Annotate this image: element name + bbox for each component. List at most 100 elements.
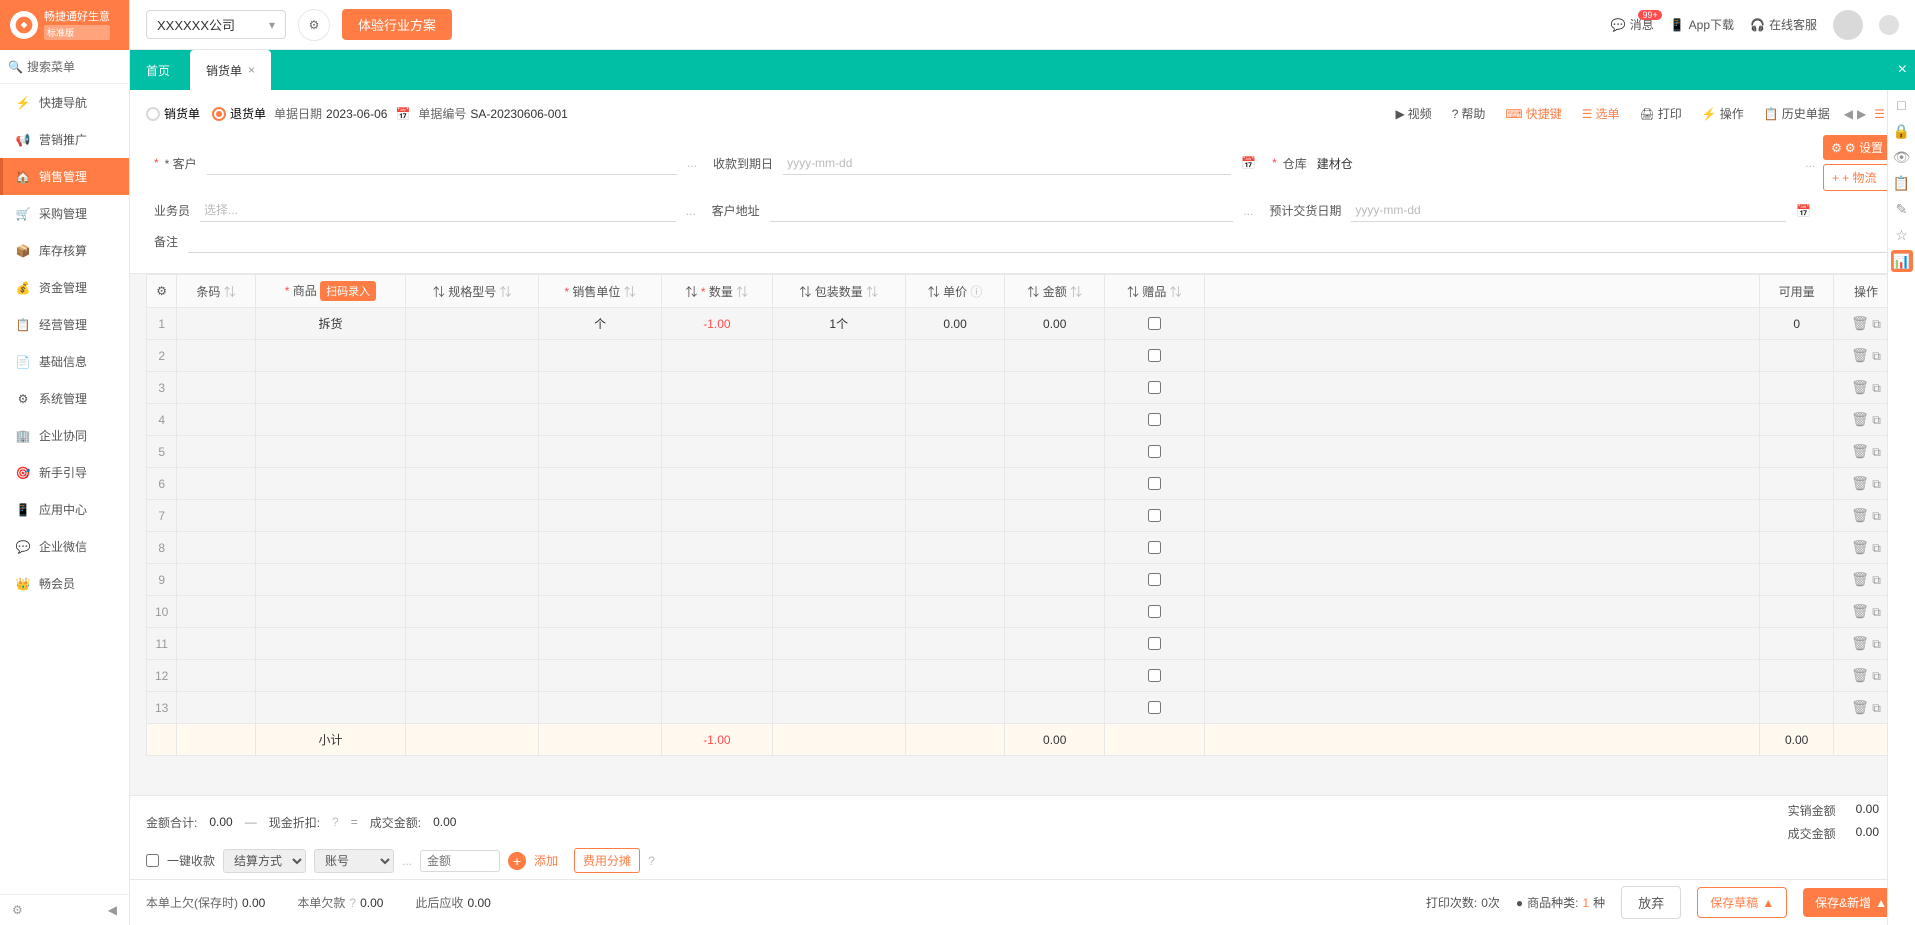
table-settings-icon[interactable]: ⚙ bbox=[156, 284, 167, 298]
delete-row-icon[interactable]: 🗑 bbox=[1851, 571, 1869, 587]
sidebar-item-enterprise[interactable]: 🏢 企业协同 bbox=[0, 417, 129, 454]
settings-button[interactable]: ⚙ bbox=[298, 9, 330, 41]
tab-bar-close-btn[interactable]: × bbox=[1898, 61, 1907, 79]
gift-checkbox[interactable] bbox=[1148, 509, 1161, 522]
due-help-icon[interactable]: ? bbox=[349, 896, 356, 910]
sidebar-item-sales[interactable]: 🏠 销售管理 bbox=[0, 158, 129, 195]
rf-icon-6[interactable]: ☆ bbox=[1891, 224, 1913, 246]
gift-checkbox[interactable] bbox=[1148, 605, 1161, 618]
salesperson-dots[interactable]: ... bbox=[686, 204, 696, 218]
gift-checkbox[interactable] bbox=[1148, 701, 1161, 714]
cell-product[interactable] bbox=[255, 500, 406, 532]
tab-home[interactable]: 首页 bbox=[130, 50, 186, 90]
sidebar-item-basic-info[interactable]: 📄 基础信息 bbox=[0, 343, 129, 380]
price-info-icon[interactable]: ⓘ bbox=[970, 285, 982, 299]
sidebar-item-purchase[interactable]: 🛒 采购管理 bbox=[0, 195, 129, 232]
receive-date-input[interactable] bbox=[783, 152, 1231, 175]
receive-date-calendar-icon[interactable]: 📅 bbox=[1241, 156, 1256, 170]
warehouse-dots[interactable]: ... bbox=[1805, 156, 1815, 170]
copy-row-icon[interactable]: ⧉ bbox=[1872, 381, 1881, 395]
shortcut-btn[interactable]: ⌨ 快捷键 bbox=[1499, 102, 1567, 125]
online-service-button[interactable]: 🎧 在线客服 bbox=[1750, 16, 1817, 33]
collapse-icon[interactable]: ◀ bbox=[108, 903, 117, 917]
copy-row-icon[interactable]: ⧉ bbox=[1872, 509, 1881, 523]
next-icon[interactable]: ▶ bbox=[1857, 107, 1866, 121]
message-button[interactable]: 💬 消息 99+ bbox=[1611, 16, 1654, 33]
cell-product[interactable] bbox=[255, 660, 406, 692]
gift-checkbox[interactable] bbox=[1148, 317, 1161, 330]
tab-sale-order[interactable]: 销货单 × bbox=[190, 50, 271, 90]
settings-gear-icon[interactable]: ⚙ bbox=[12, 903, 23, 917]
account-dots[interactable]: ... bbox=[402, 854, 412, 868]
account-select[interactable]: 账号 bbox=[314, 849, 394, 873]
rf-icon-7[interactable]: 📊 bbox=[1891, 250, 1913, 272]
delete-row-icon[interactable]: 🗑 bbox=[1851, 443, 1869, 459]
delete-row-icon[interactable]: 🗑 bbox=[1851, 667, 1869, 683]
cell-product[interactable] bbox=[255, 404, 406, 436]
sidebar-item-finance[interactable]: 💰 资金管理 bbox=[0, 269, 129, 306]
add-payment-btn[interactable]: + bbox=[508, 852, 526, 870]
delete-row-icon[interactable]: 🗑 bbox=[1851, 379, 1869, 395]
settings-action-btn[interactable]: ⚙ ⚙ 设置 bbox=[1823, 135, 1891, 160]
scan-btn[interactable]: 扫码录入 bbox=[320, 281, 376, 301]
rf-icon-4[interactable]: 📋 bbox=[1891, 172, 1913, 194]
trial-button[interactable]: 体验行业方案 bbox=[342, 9, 452, 40]
gift-checkbox[interactable] bbox=[1148, 573, 1161, 586]
delete-row-icon[interactable]: 🗑 bbox=[1851, 475, 1869, 491]
cell-product[interactable] bbox=[255, 372, 406, 404]
copy-row-icon[interactable]: ⧉ bbox=[1872, 477, 1881, 491]
copy-row-icon[interactable]: ⧉ bbox=[1872, 445, 1881, 459]
gift-checkbox[interactable] bbox=[1148, 637, 1161, 650]
gift-checkbox[interactable] bbox=[1148, 477, 1161, 490]
rf-icon-2[interactable]: 🔒 bbox=[1891, 120, 1913, 142]
sidebar-item-marketing[interactable]: 📢 营销推广 bbox=[0, 121, 129, 158]
sidebar-item-inventory[interactable]: 📦 库存核算 bbox=[0, 232, 129, 269]
rf-icon-1[interactable]: □ bbox=[1891, 94, 1913, 116]
company-selector[interactable]: XXXXXX公司 ▾ bbox=[146, 10, 286, 39]
history-btn[interactable]: 📋 历史单据 bbox=[1758, 102, 1836, 125]
cell-qty[interactable]: -1.00 bbox=[661, 308, 772, 340]
app-download-button[interactable]: 📱 App下载 bbox=[1670, 16, 1734, 33]
list-view-icon[interactable]: ☰ bbox=[1874, 107, 1885, 121]
copy-row-icon[interactable]: ⧉ bbox=[1872, 637, 1881, 651]
cell-product[interactable] bbox=[255, 468, 406, 500]
customer-addr-input[interactable] bbox=[770, 199, 1234, 222]
rf-icon-5[interactable]: ✎ bbox=[1891, 198, 1913, 220]
amount-input[interactable] bbox=[420, 850, 500, 872]
cell-product[interactable] bbox=[255, 532, 406, 564]
gift-checkbox[interactable] bbox=[1148, 541, 1161, 554]
payment-method-select[interactable]: 结算方式 bbox=[223, 849, 306, 873]
save-new-button[interactable]: 保存&新增 ▲ bbox=[1803, 888, 1899, 917]
sidebar-item-wechat[interactable]: 💬 企业微信 bbox=[0, 528, 129, 565]
copy-row-icon[interactable]: ⧉ bbox=[1872, 541, 1881, 555]
gift-checkbox[interactable] bbox=[1148, 445, 1161, 458]
delete-row-icon[interactable]: 🗑 bbox=[1851, 699, 1869, 715]
delete-row-icon[interactable]: 🗑 bbox=[1851, 315, 1869, 331]
sidebar-item-quick-nav[interactable]: ⚡ 快捷导航 bbox=[0, 84, 129, 121]
delete-row-icon[interactable]: 🗑 bbox=[1851, 539, 1869, 555]
delete-row-icon[interactable]: 🗑 bbox=[1851, 411, 1869, 427]
sidebar-item-system[interactable]: ⚙ 系统管理 bbox=[0, 380, 129, 417]
expected-date-input[interactable] bbox=[1351, 199, 1786, 222]
user-avatar[interactable] bbox=[1833, 10, 1863, 40]
save-draft-button[interactable]: 保存草稿 ▲ bbox=[1697, 887, 1787, 918]
cell-product[interactable] bbox=[255, 596, 406, 628]
one-click-pay-checkbox[interactable] bbox=[146, 854, 159, 867]
copy-row-icon[interactable]: ⧉ bbox=[1872, 669, 1881, 683]
tab-close-icon[interactable]: × bbox=[248, 63, 255, 77]
customer-dots[interactable]: ... bbox=[687, 156, 697, 170]
rf-icon-3[interactable]: 👁 bbox=[1891, 146, 1913, 168]
delete-row-icon[interactable]: 🗑 bbox=[1851, 603, 1869, 619]
copy-row-icon[interactable]: ⧉ bbox=[1872, 701, 1881, 715]
cell-product[interactable] bbox=[255, 692, 406, 724]
discard-button[interactable]: 放弃 bbox=[1621, 886, 1681, 919]
help-btn[interactable]: ? 帮助 bbox=[1446, 102, 1492, 125]
copy-row-icon[interactable]: ⧉ bbox=[1872, 349, 1881, 363]
return-order-radio[interactable]: 退货单 bbox=[212, 105, 266, 122]
cell-product[interactable] bbox=[255, 628, 406, 660]
table-wrapper[interactable]: ⚙ 条码 ⇅ * 商品 扫码录入 ⇅ bbox=[130, 274, 1915, 795]
copy-row-icon[interactable]: ⧉ bbox=[1872, 413, 1881, 427]
customer-addr-dots[interactable]: ... bbox=[1243, 204, 1253, 218]
customer-input[interactable] bbox=[207, 152, 677, 175]
video-btn[interactable]: ▶ 视频 bbox=[1389, 102, 1437, 125]
